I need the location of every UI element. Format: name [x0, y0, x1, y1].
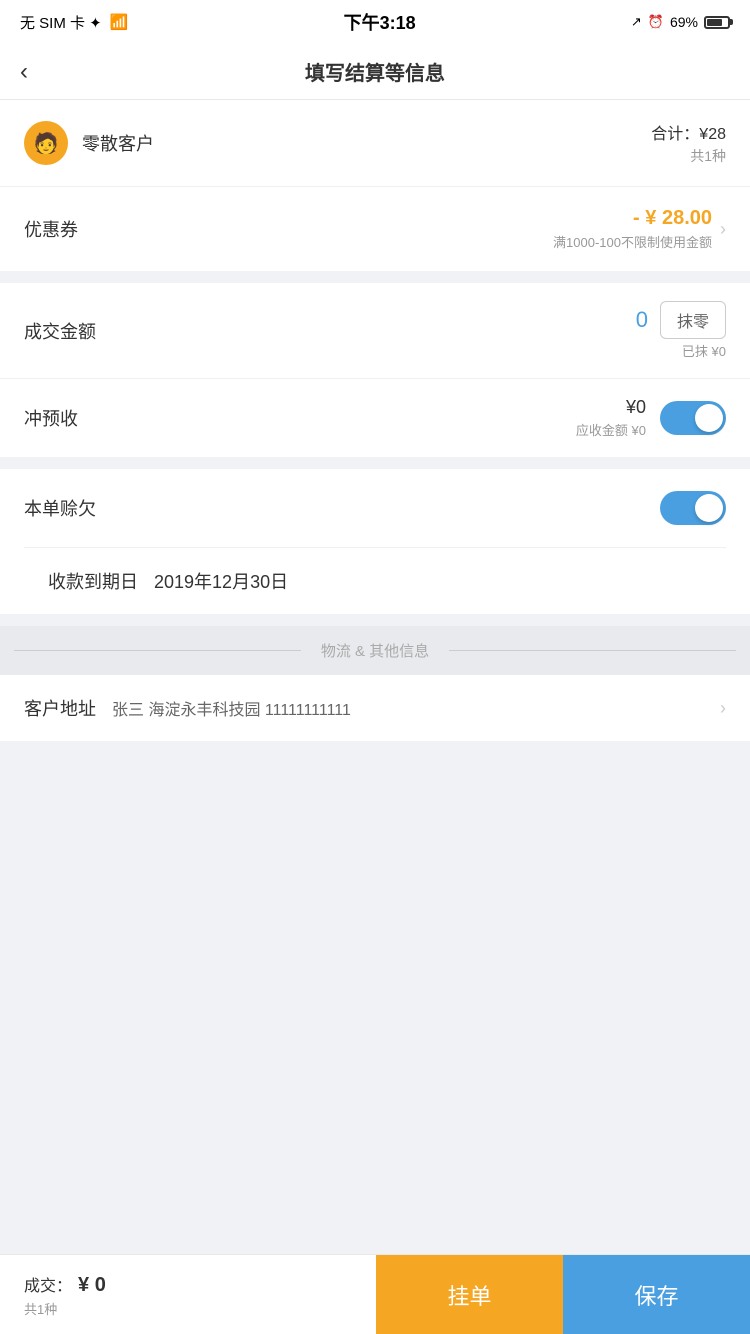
logistics-section: 物流 & 其他信息 [0, 626, 750, 675]
bottom-count: 共1种 [24, 1299, 352, 1318]
sim-label: 无 SIM 卡 ✦ [20, 12, 102, 33]
logistics-label: 物流 & 其他信息 [301, 640, 449, 661]
status-time: 下午3:18 [344, 9, 416, 35]
customer-name: 零散客户 [82, 130, 154, 156]
alarm-icon: ⏰ [648, 14, 664, 30]
wifi-icon: 📶 [110, 13, 129, 31]
advance-amount: ¥0 [576, 397, 646, 418]
transaction-label: 成交金额 [24, 318, 96, 344]
customer-info: 🧑 零散客户 [24, 121, 154, 165]
nav-bar: ‹ 填写结算等信息 [0, 44, 750, 100]
transaction-section: 成交金额 0 抹零 已抹 ¥0 冲预收 ¥0 应收金额 ¥0 [0, 283, 750, 457]
back-button[interactable]: ‹ [20, 58, 28, 86]
credit-row: 本单赊欠 [24, 469, 726, 548]
transaction-controls: 0 抹零 [636, 301, 726, 339]
avatar: 🧑 [24, 121, 68, 165]
transaction-right: 0 抹零 已抹 ¥0 [636, 301, 726, 360]
battery-text: 69% [670, 14, 698, 30]
advance-receivable: 应收金额 ¥0 [576, 420, 646, 439]
address-label: 客户地址 [24, 695, 96, 721]
bottom-deal: 成交： ¥ 0 [24, 1272, 352, 1297]
customer-totals: 合计：¥28 共1种 [651, 120, 726, 166]
credit-section: 本单赊欠 收款到期日 2019年12月30日 [0, 469, 750, 614]
customer-count: 共1种 [651, 146, 726, 166]
status-right: ↗ ⏰ 69% [631, 14, 730, 30]
due-date-label: 收款到期日 [48, 568, 138, 594]
transaction-amount: 0 [636, 307, 648, 333]
due-date-row: 收款到期日 2019年12月30日 [24, 548, 726, 614]
address-value: 张三 海淀永丰科技园 11111111111 [112, 696, 351, 720]
due-date-value: 2019年12月30日 [154, 568, 288, 594]
coupon-row[interactable]: 优惠券 - ¥ 28.00 满1000-100不限制使用金额 › [0, 186, 750, 271]
bottom-bar: 成交： ¥ 0 共1种 挂单 保存 [0, 1254, 750, 1334]
already-rounded: 已抹 ¥0 [636, 341, 726, 360]
logistics-divider-right [449, 650, 736, 651]
advance-toggle[interactable] [660, 401, 726, 435]
credit-toggle-knob [695, 494, 723, 522]
address-info: 客户地址 张三 海淀永丰科技园 11111111111 [24, 695, 351, 721]
transaction-amount-row: 成交金额 0 抹零 已抹 ¥0 [0, 283, 750, 379]
customer-total-amount: 合计：¥28 [651, 120, 726, 144]
deal-amount: ¥ 0 [78, 1274, 106, 1297]
hang-button[interactable]: 挂单 [376, 1255, 563, 1334]
advance-row: 冲预收 ¥0 应收金额 ¥0 [0, 379, 750, 457]
toggle-knob [695, 404, 723, 432]
customer-section: 🧑 零散客户 合计：¥28 共1种 优惠券 - ¥ 28.00 满1000-10… [0, 100, 750, 271]
logistics-divider-left [14, 650, 301, 651]
address-chevron-icon: › [720, 698, 726, 719]
round-button[interactable]: 抹零 [660, 301, 726, 339]
save-button[interactable]: 保存 [563, 1255, 750, 1334]
status-left: 无 SIM 卡 ✦ 📶 [20, 12, 128, 33]
address-row[interactable]: 客户地址 张三 海淀永丰科技园 11111111111 › [0, 675, 750, 741]
battery-icon [704, 16, 730, 29]
coupon-chevron-icon: › [720, 219, 726, 240]
coupon-details: - ¥ 28.00 满1000-100不限制使用金额 [553, 207, 712, 251]
credit-toggle[interactable] [660, 491, 726, 525]
coupon-right: - ¥ 28.00 满1000-100不限制使用金额 › [553, 207, 726, 251]
advance-right: ¥0 应收金额 ¥0 [576, 397, 726, 439]
address-section: 客户地址 张三 海淀永丰科技园 11111111111 › [0, 675, 750, 741]
advance-amount-info: ¥0 应收金额 ¥0 [576, 397, 646, 439]
customer-row: 🧑 零散客户 合计：¥28 共1种 [0, 100, 750, 186]
page-title: 填写结算等信息 [305, 57, 445, 86]
status-bar: 无 SIM 卡 ✦ 📶 下午3:18 ↗ ⏰ 69% [0, 0, 750, 44]
location-icon: ↗ [631, 14, 642, 30]
credit-label: 本单赊欠 [24, 495, 96, 521]
advance-label: 冲预收 [24, 405, 78, 431]
bottom-info: 成交： ¥ 0 共1种 [0, 1272, 376, 1318]
coupon-amount: - ¥ 28.00 [553, 207, 712, 230]
deal-label: 成交： [24, 1272, 72, 1296]
coupon-label: 优惠券 [24, 216, 78, 242]
avatar-icon: 🧑 [34, 131, 59, 156]
coupon-desc: 满1000-100不限制使用金额 [553, 232, 712, 251]
